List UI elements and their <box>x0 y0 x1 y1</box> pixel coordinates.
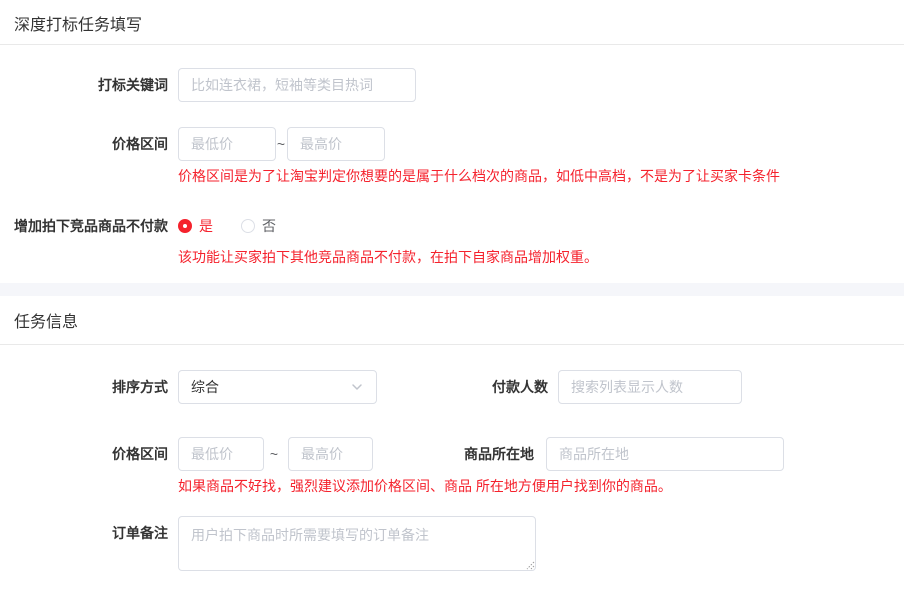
competitor-no-pay-hint: 该功能让买家拍下其他竞品商品不付款，在拍下自家商品增加权重。 <box>178 247 598 267</box>
section-separator-band <box>0 283 904 296</box>
section-title-marking: 深度打标任务填写 <box>14 11 142 35</box>
competitor-no-pay-radio-group: 是 否 <box>178 212 276 240</box>
max-price-input[interactable] <box>287 127 385 161</box>
min-price-input[interactable] <box>178 127 276 161</box>
radio-unselected-icon <box>241 219 255 233</box>
sort-label: 排序方式 <box>0 370 168 404</box>
radio-option-no[interactable]: 否 <box>241 216 276 236</box>
price-range-separator: ~ <box>274 127 288 161</box>
radio-option-yes[interactable]: 是 <box>178 216 213 236</box>
task-price-range-hint: 如果商品不好找，强烈建议添加价格区间、商品 所在地方便用户找到你的商品。 <box>178 476 672 496</box>
order-remark-label: 订单备注 <box>0 516 168 550</box>
payers-label: 付款人数 <box>408 370 548 404</box>
radio-selected-icon <box>178 219 192 233</box>
deep-marking-form-page: 深度打标任务填写 打标关键词 价格区间 ~ 价格区间是为了让淘宝判定你想要的是属… <box>0 0 904 598</box>
sort-select[interactable]: 综合 <box>178 370 377 404</box>
keyword-label: 打标关键词 <box>0 68 168 102</box>
sort-select-value: 综合 <box>191 377 219 397</box>
keyword-input[interactable] <box>178 68 416 102</box>
task-price-range-separator: ~ <box>267 437 281 471</box>
chevron-down-icon <box>350 380 364 394</box>
task-price-range-label: 价格区间 <box>0 437 168 471</box>
competitor-no-pay-label: 增加拍下竞品商品不付款 <box>0 209 168 243</box>
order-remark-textarea[interactable] <box>178 516 536 571</box>
divider <box>0 344 904 345</box>
task-min-price-input[interactable] <box>178 437 264 471</box>
price-range-hint: 价格区间是为了让淘宝判定你想要的是属于什么档次的商品，如低中高档，不是为了让买家… <box>178 166 780 186</box>
section-title-task: 任务信息 <box>14 308 78 332</box>
payers-input[interactable] <box>558 370 742 404</box>
location-input[interactable] <box>546 437 784 471</box>
location-label: 商品所在地 <box>414 437 534 471</box>
task-max-price-input[interactable] <box>288 437 373 471</box>
price-range-label: 价格区间 <box>0 127 168 161</box>
radio-no-label: 否 <box>262 216 276 236</box>
divider <box>0 44 904 45</box>
resize-handle-icon[interactable] <box>524 557 535 568</box>
radio-yes-label: 是 <box>199 216 213 236</box>
